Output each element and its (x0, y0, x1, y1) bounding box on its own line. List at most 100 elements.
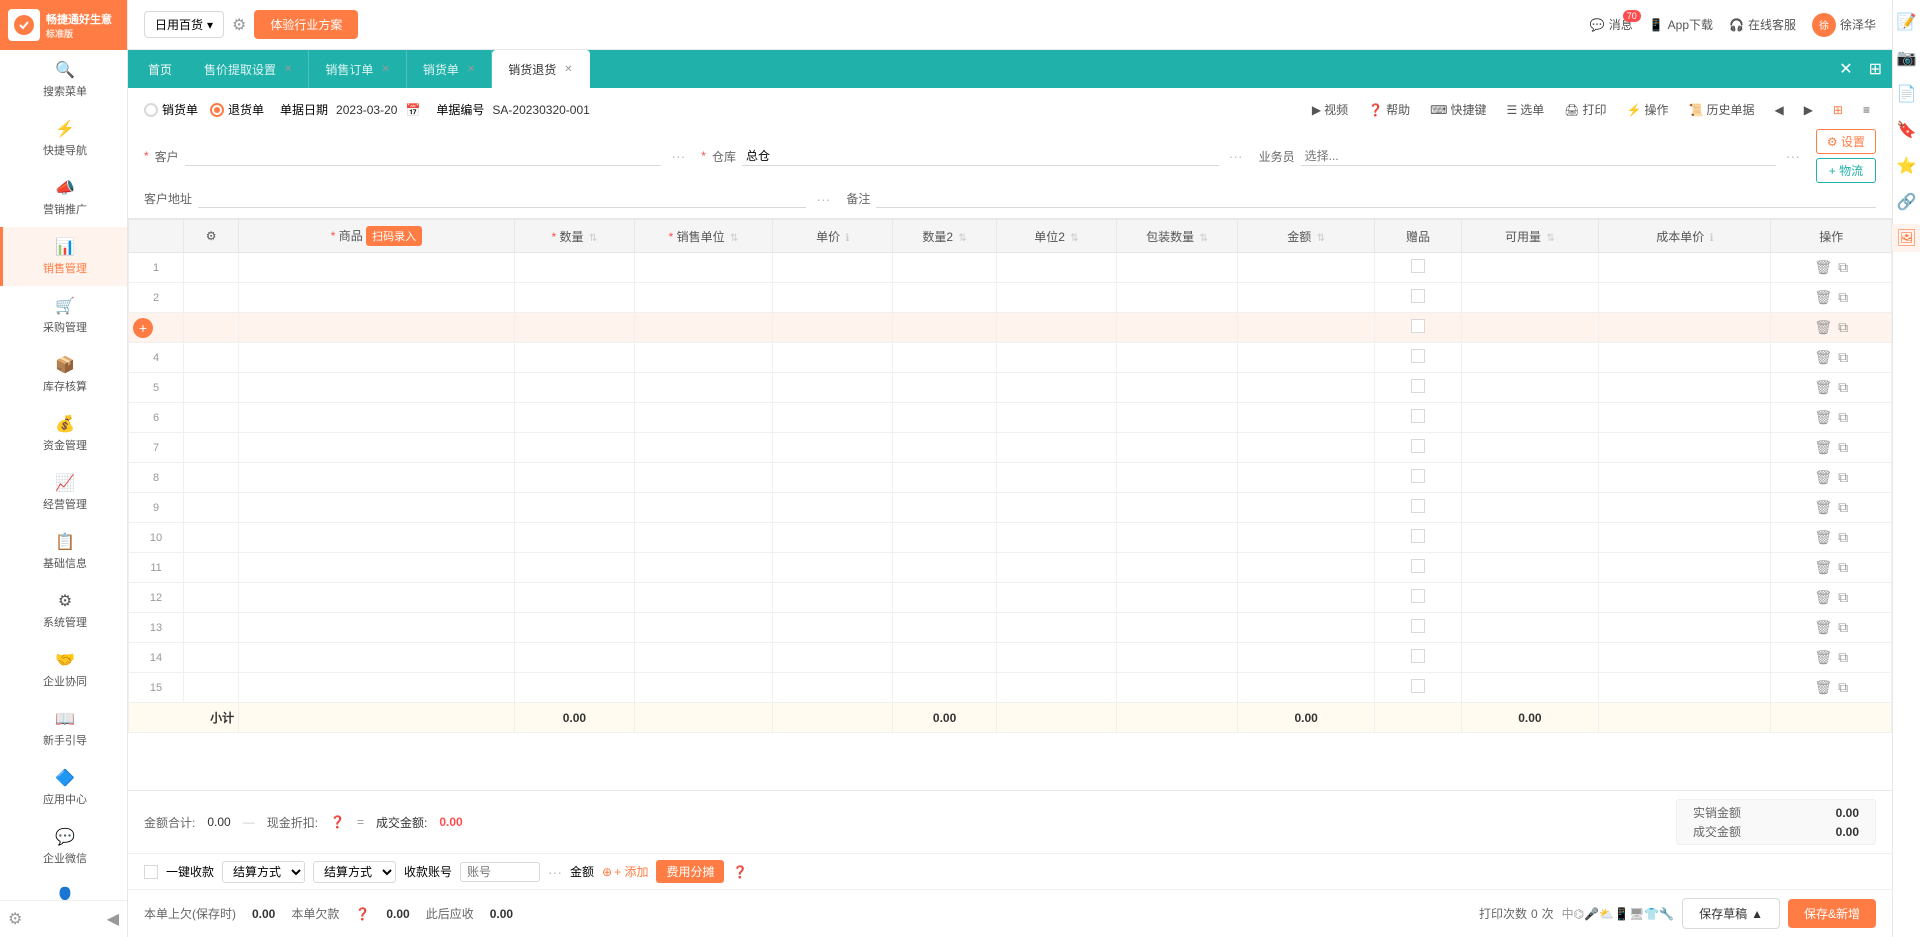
fee-split-button[interactable]: 费用分摊 (656, 860, 724, 883)
operate-button[interactable]: ⚡ 操作 (1621, 98, 1675, 121)
unit-cell[interactable] (635, 403, 773, 433)
topbar-settings-button[interactable]: ⚙ (232, 15, 246, 35)
user-item[interactable]: 徐 徐泽华 (1812, 13, 1876, 37)
sale-radio[interactable]: 销货单 (144, 101, 198, 118)
qty-cell[interactable] (514, 403, 635, 433)
tab-home[interactable]: 首页 (132, 50, 188, 88)
qty-cell[interactable] (514, 373, 635, 403)
price-cell[interactable] (772, 493, 893, 523)
unit2-cell[interactable] (996, 313, 1117, 343)
right-panel-link-button[interactable]: 🔗 (1893, 188, 1920, 216)
right-panel-notes-button[interactable]: 📝 (1893, 8, 1920, 36)
unit2-cell[interactable] (996, 403, 1117, 433)
amount-cell[interactable] (1237, 283, 1375, 313)
qty-cell[interactable] (514, 463, 635, 493)
pack-cell[interactable] (1117, 313, 1238, 343)
pack-cell[interactable] (1117, 523, 1238, 553)
sidebar-item-app[interactable]: 🔷 应用中心 (0, 758, 127, 817)
price-cell[interactable] (772, 373, 893, 403)
sidebar-collapse-button[interactable]: ◀ (107, 909, 119, 929)
pack-cell[interactable] (1117, 493, 1238, 523)
qty-cell[interactable] (514, 283, 635, 313)
unit2-cell[interactable] (996, 523, 1117, 553)
account-input[interactable] (460, 862, 540, 882)
right-panel-star-button[interactable]: ⭐ (1893, 152, 1920, 180)
sidebar-item-wechat[interactable]: 💬 企业微信 (0, 817, 127, 876)
price-cell[interactable] (772, 313, 893, 343)
qty-cell[interactable] (514, 253, 635, 283)
delete-row-button[interactable]: 🗑 (1814, 679, 1832, 696)
qty-cell[interactable] (514, 493, 635, 523)
copy-row-button[interactable]: ⧉ (1838, 619, 1848, 636)
qty2-cell[interactable] (893, 253, 996, 283)
qty2-cell[interactable] (893, 643, 996, 673)
unit2-cell[interactable] (996, 463, 1117, 493)
delete-row-button[interactable]: 🗑 (1814, 619, 1832, 636)
unit2-cell[interactable] (996, 373, 1117, 403)
gift-checkbox[interactable] (1411, 319, 1425, 333)
gift-checkbox[interactable] (1411, 409, 1425, 423)
delete-row-button[interactable]: 🗑 (1814, 529, 1832, 546)
delete-row-button[interactable]: 🗑 (1814, 409, 1832, 426)
delete-row-button[interactable]: 🗑 (1814, 649, 1832, 666)
sidebar-item-operation[interactable]: 📈 经营管理 (0, 463, 127, 522)
sidebar-item-search[interactable]: 🔍 搜索菜单 (0, 50, 127, 109)
price-cell[interactable] (772, 433, 893, 463)
compute-method-select[interactable]: 结算方式 (313, 861, 396, 883)
amount-cell[interactable] (1237, 523, 1375, 553)
gift-checkbox[interactable] (1411, 469, 1425, 483)
logistics-button[interactable]: + 物流 (1816, 158, 1876, 183)
gift-checkbox[interactable] (1411, 289, 1425, 303)
qty2-cell[interactable] (893, 583, 996, 613)
unit-cell[interactable] (635, 343, 773, 373)
tab-close-icon[interactable]: ✕ (467, 64, 475, 75)
sidebar-item-marketing[interactable]: 📣 营销推广 (0, 168, 127, 227)
delete-row-button[interactable]: 🗑 (1814, 589, 1832, 606)
price-cell[interactable] (772, 523, 893, 553)
sidebar-item-basic[interactable]: 📋 基础信息 (0, 522, 127, 581)
tab-layout-button[interactable]: ⊞ (1863, 57, 1888, 81)
pack-cell[interactable] (1117, 613, 1238, 643)
qty2-cell[interactable] (893, 553, 996, 583)
price-cell[interactable] (772, 283, 893, 313)
tab-close-icon[interactable]: ✕ (381, 64, 389, 75)
copy-row-button[interactable]: ⧉ (1838, 259, 1848, 276)
product-cell[interactable] (239, 643, 514, 673)
unit-cell[interactable] (635, 583, 773, 613)
one-key-checkbox[interactable] (144, 865, 158, 879)
product-cell[interactable] (239, 613, 514, 643)
pack-cell[interactable] (1117, 253, 1238, 283)
amount-cell[interactable] (1237, 373, 1375, 403)
message-item[interactable]: 💬 消息 70 (1590, 16, 1633, 33)
product-cell[interactable] (239, 253, 514, 283)
delete-row-button[interactable]: 🗑 (1814, 259, 1832, 276)
gift-checkbox[interactable] (1411, 379, 1425, 393)
app-download-item[interactable]: 📱 App下载 (1649, 16, 1713, 33)
price-cell[interactable] (772, 463, 893, 493)
address-dots-button[interactable]: ··· (816, 191, 830, 207)
staff-dots-button[interactable]: ··· (1786, 148, 1800, 164)
company-selector[interactable]: 日用百货 ▾ (144, 11, 224, 38)
sidebar-item-system[interactable]: ⚙ 系统管理 (0, 581, 127, 640)
qty-cell[interactable] (514, 643, 635, 673)
settle-method-select[interactable]: 结算方式 (222, 861, 305, 883)
th-gear[interactable]: ⚙ (184, 220, 239, 253)
qty2-cell[interactable] (893, 463, 996, 493)
sidebar-item-member[interactable]: 👤 畅会员 (0, 876, 127, 900)
product-input[interactable] (243, 321, 509, 335)
pack-cell[interactable] (1117, 373, 1238, 403)
unit-cell[interactable] (635, 253, 773, 283)
history-button[interactable]: 📜 历史单据 (1682, 98, 1760, 121)
amount-cell[interactable] (1237, 643, 1375, 673)
save-draft-button[interactable]: 保存草稿 ▲ (1682, 898, 1780, 929)
unit2-cell[interactable] (996, 553, 1117, 583)
customer-dots-button[interactable]: ··· (671, 148, 685, 164)
pack-cell[interactable] (1117, 643, 1238, 673)
sidebar-item-inventory[interactable]: 📦 库存核算 (0, 345, 127, 404)
product-cell[interactable] (239, 403, 514, 433)
copy-row-button[interactable]: ⧉ (1838, 499, 1848, 516)
amount-cell[interactable] (1237, 433, 1375, 463)
gift-checkbox[interactable] (1411, 349, 1425, 363)
scan-button[interactable]: 扫码录入 (366, 226, 422, 246)
price-cell[interactable] (772, 673, 893, 703)
